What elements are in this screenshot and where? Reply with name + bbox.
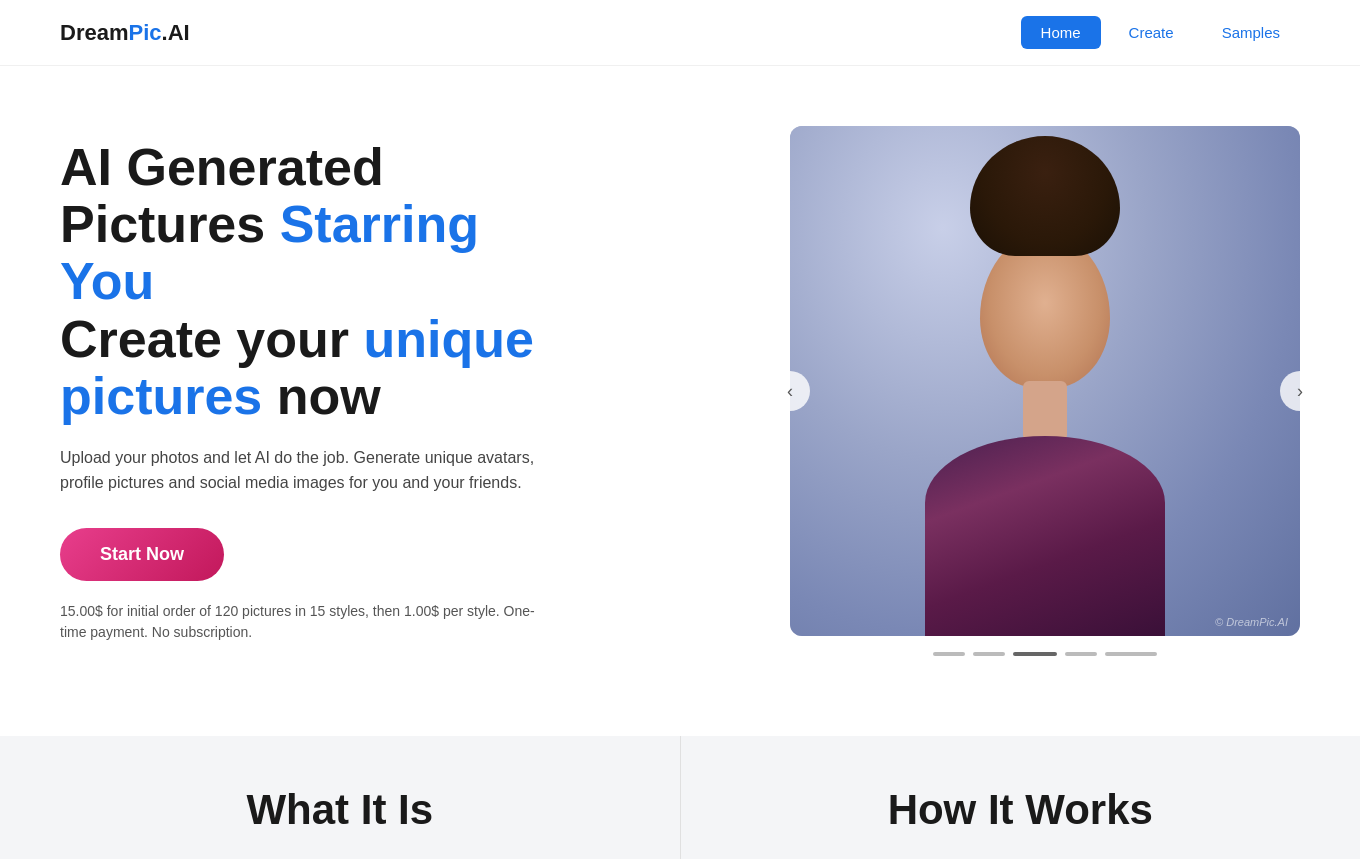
- hero-text: AI Generated Pictures Starring You Creat…: [60, 139, 540, 643]
- nav-home[interactable]: Home: [1021, 16, 1101, 49]
- carousel-dot-0[interactable]: [933, 652, 965, 656]
- carousel-dot-3[interactable]: [1065, 652, 1097, 656]
- nav-links: Home Create Samples: [1021, 16, 1300, 49]
- portrait-dress: [925, 436, 1165, 636]
- hero-title-starring: Starring: [280, 195, 479, 253]
- logo-ai: .AI: [162, 20, 190, 45]
- start-now-button[interactable]: Start Now: [60, 528, 224, 581]
- pricing-note: 15.00$ for initial order of 120 pictures…: [60, 601, 540, 643]
- carousel-dot-4[interactable]: [1105, 652, 1157, 656]
- nav-samples[interactable]: Samples: [1202, 16, 1300, 49]
- hero-title-create: Create your: [60, 310, 349, 368]
- portrait-head: [980, 233, 1110, 388]
- hero-title-line1: AI Generated: [60, 138, 384, 196]
- how-it-works-col: How It Works: [681, 736, 1361, 859]
- hero-title-unique: unique: [363, 310, 533, 368]
- logo-dream: Dream: [60, 20, 128, 45]
- carousel-next-button[interactable]: ›: [1280, 371, 1320, 411]
- hero-section: AI Generated Pictures Starring You Creat…: [0, 66, 1360, 736]
- carousel: © DreamPic.AI ‹ ›: [790, 126, 1300, 656]
- hero-title: AI Generated Pictures Starring You Creat…: [60, 139, 540, 425]
- hero-title-you: You: [60, 252, 154, 310]
- portrait-hair: [970, 136, 1120, 256]
- hero-title-pictures: Pictures: [60, 195, 265, 253]
- navbar: DreamPic.AI Home Create Samples: [0, 0, 1360, 66]
- carousel-dot-2[interactable]: [1013, 652, 1057, 656]
- carousel-image: © DreamPic.AI: [790, 126, 1300, 636]
- logo-pic: Pic: [128, 20, 161, 45]
- how-it-works-heading: How It Works: [741, 786, 1301, 834]
- what-it-is-col: What It Is: [0, 736, 681, 859]
- carousel-dots: [790, 652, 1300, 656]
- carousel-dot-1[interactable]: [973, 652, 1005, 656]
- hero-title-now: now: [277, 367, 381, 425]
- bottom-section: What It Is How It Works: [0, 736, 1360, 859]
- watermark: © DreamPic.AI: [1215, 616, 1288, 628]
- nav-create[interactable]: Create: [1109, 16, 1194, 49]
- logo: DreamPic.AI: [60, 20, 190, 46]
- carousel-prev-button[interactable]: ‹: [770, 371, 810, 411]
- portrait-background: © DreamPic.AI: [790, 126, 1300, 636]
- hero-title-pictures2: pictures: [60, 367, 262, 425]
- what-it-is-heading: What It Is: [60, 786, 620, 834]
- portrait-neck: [1023, 381, 1067, 441]
- hero-subtitle: Upload your photos and let AI do the job…: [60, 445, 540, 496]
